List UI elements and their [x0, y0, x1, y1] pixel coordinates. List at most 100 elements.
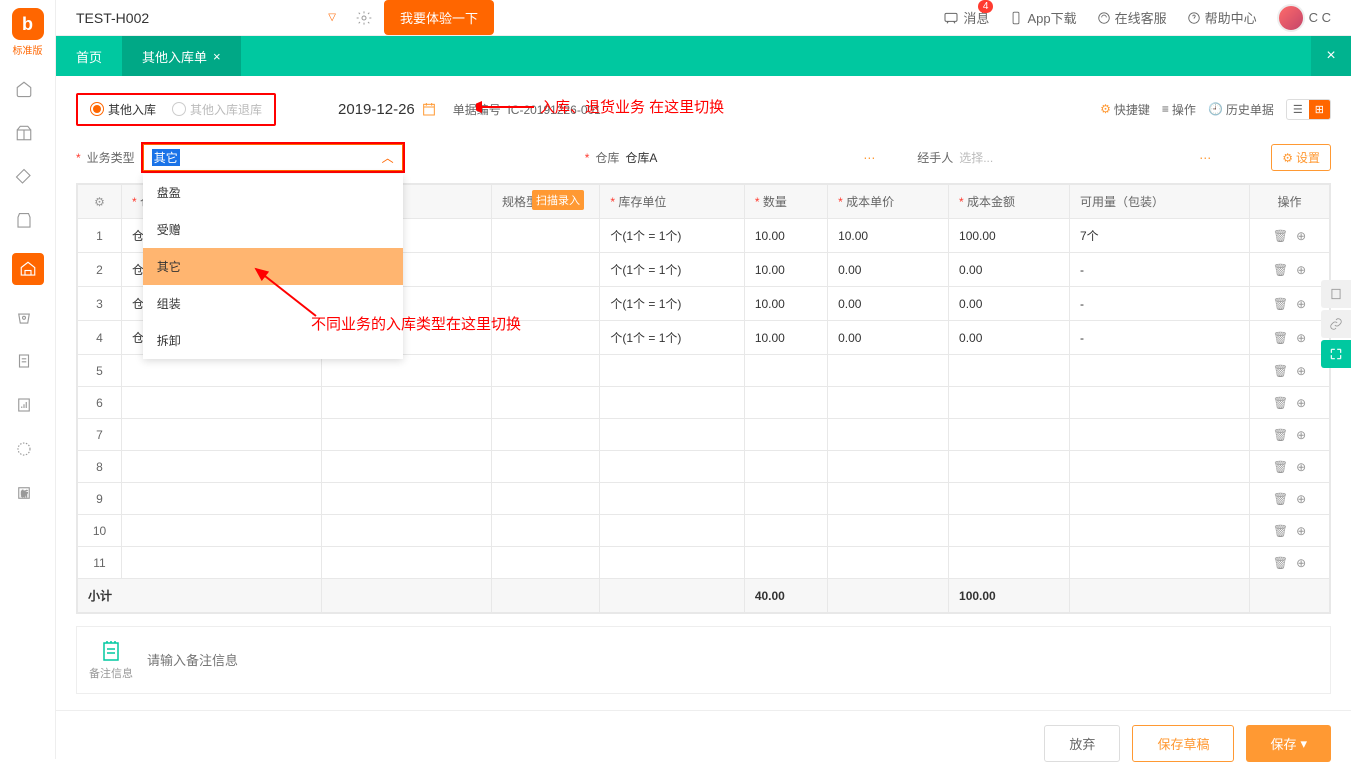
col-action: 操作	[1250, 185, 1330, 219]
nav-clipboard-icon[interactable]	[12, 349, 36, 373]
biz-type-select[interactable]: 其它 ︿	[143, 144, 403, 171]
copy-icon[interactable]: ⊕	[1296, 556, 1306, 570]
nav-gift-icon[interactable]	[12, 121, 36, 145]
chevron-up-icon: ︿	[382, 149, 394, 166]
copy-icon[interactable]: ⊕	[1296, 364, 1306, 378]
biz-option-shouzeng[interactable]: 受赠	[143, 211, 403, 248]
view-list[interactable]: ☰	[1287, 100, 1309, 119]
nav-money-icon[interactable]	[12, 305, 36, 329]
delete-icon[interactable]: 🗑	[1273, 556, 1288, 570]
gear-icon[interactable]	[356, 10, 372, 26]
operation-link[interactable]: ≡操作	[1162, 101, 1196, 118]
cancel-button[interactable]: 放弃	[1044, 725, 1120, 762]
history-link[interactable]: 🕘历史单据	[1208, 101, 1274, 118]
copy-icon[interactable]: ⊕	[1296, 297, 1306, 311]
delete-icon[interactable]: 🗑	[1273, 331, 1288, 345]
nav-report-icon[interactable]	[12, 393, 36, 417]
logo-label: 标准版	[13, 42, 43, 57]
table-row[interactable]: 5 🗑⊕	[78, 355, 1330, 387]
copy-icon[interactable]: ⊕	[1296, 492, 1306, 506]
remarks-section: 备注信息	[76, 626, 1331, 694]
table-row[interactable]: 6 🗑⊕	[78, 387, 1330, 419]
calendar-icon[interactable]	[421, 101, 437, 117]
radio-inbound[interactable]: 其他入库	[90, 101, 156, 118]
table-row[interactable]: 11 🗑⊕	[78, 547, 1330, 579]
col-available: 可用量（包装）	[1070, 185, 1250, 219]
ellipsis-icon[interactable]: ⋯	[1199, 151, 1211, 165]
delete-icon[interactable]: 🗑	[1273, 229, 1288, 243]
shortcut-link[interactable]: ⚙快捷键	[1100, 101, 1150, 118]
store-name: TEST-H002	[76, 10, 149, 26]
view-grid[interactable]: ⊞	[1309, 100, 1330, 119]
delete-icon[interactable]: 🗑	[1273, 263, 1288, 277]
copy-icon[interactable]: ⊕	[1296, 396, 1306, 410]
remarks-input[interactable]	[147, 653, 1318, 668]
delete-icon[interactable]: 🗑	[1273, 524, 1288, 538]
warehouse-field[interactable]: * 仓库 仓库A ⋯	[585, 149, 876, 166]
delete-icon[interactable]: 🗑	[1273, 460, 1288, 474]
biz-option-zuzhuang[interactable]: 组装	[143, 285, 403, 322]
footer: 放弃 保存草稿 保存 ▾	[56, 710, 1351, 776]
dock-note-icon[interactable]	[1321, 280, 1351, 308]
nav-shop-icon[interactable]	[12, 209, 36, 233]
doc-date-field[interactable]: 单据日期 2019-12-26	[302, 92, 437, 126]
user-menu[interactable]: C C	[1277, 4, 1331, 32]
tab-close-icon[interactable]: ×	[213, 49, 221, 64]
handler-field[interactable]: 经手人 选择... ⋯	[917, 149, 1211, 166]
save-button[interactable]: 保存 ▾	[1246, 725, 1331, 762]
save-draft-button[interactable]: 保存草稿	[1132, 725, 1234, 762]
settings-button[interactable]: ⚙ 设置	[1271, 144, 1331, 171]
table-row[interactable]: 9 🗑⊕	[78, 483, 1330, 515]
copy-icon[interactable]: ⊕	[1296, 524, 1306, 538]
chevron-down-icon: ▾	[1300, 736, 1307, 752]
dock-link-icon[interactable]	[1321, 310, 1351, 338]
dock-expand-icon[interactable]	[1321, 340, 1351, 368]
tab-other-inbound[interactable]: 其他入库单 ×	[122, 36, 241, 76]
delete-icon[interactable]: 🗑	[1273, 492, 1288, 506]
tab-home[interactable]: 首页	[56, 36, 122, 76]
copy-icon[interactable]: ⊕	[1296, 229, 1306, 243]
app-logo: b	[12, 8, 44, 40]
try-button[interactable]: 我要体验一下	[384, 0, 494, 35]
store-select[interactable]: TEST-H002 ▽	[76, 10, 336, 26]
view-toggle: ☰ ⊞	[1286, 99, 1331, 120]
delete-icon[interactable]: 🗑	[1273, 364, 1288, 378]
table-row[interactable]: 7 🗑⊕	[78, 419, 1330, 451]
col-amount: 成本金额	[949, 185, 1070, 219]
nav-home-icon[interactable]	[12, 77, 36, 101]
copy-icon[interactable]: ⊕	[1296, 428, 1306, 442]
inbound-type-radio-group: 其他入库 其他入库退库	[76, 93, 276, 126]
nav-warehouse-icon[interactable]	[12, 253, 44, 285]
table-row[interactable]: 10 🗑⊕	[78, 515, 1330, 547]
delete-icon[interactable]: 🗑	[1273, 396, 1288, 410]
right-dock	[1321, 280, 1351, 368]
scan-input-button[interactable]: 扫描录入	[532, 190, 584, 210]
col-settings-icon[interactable]: ⚙	[78, 185, 122, 219]
delete-icon[interactable]: 🗑	[1273, 297, 1288, 311]
biz-option-chaixie[interactable]: 拆卸	[143, 322, 403, 359]
biz-option-panying[interactable]: 盘盈	[143, 174, 403, 211]
help-link[interactable]: 帮助中心	[1187, 8, 1257, 27]
radio-return[interactable]: 其他入库退库	[172, 101, 262, 118]
copy-icon[interactable]: ⊕	[1296, 331, 1306, 345]
nav-sync-icon[interactable]	[12, 437, 36, 461]
col-unit: 库存单位	[600, 185, 744, 219]
message-badge: 4	[978, 0, 994, 13]
nav-new-icon[interactable]: 新	[12, 481, 36, 505]
app-download-link[interactable]: App下载	[1009, 8, 1076, 27]
nav-tag-icon[interactable]	[12, 165, 36, 189]
top-header: TEST-H002 ▽ 我要体验一下 消息 4 App下载 在线客服	[56, 0, 1351, 36]
gear-icon: ⚙	[1282, 151, 1293, 165]
messages-link[interactable]: 消息 4	[943, 8, 989, 27]
close-all-tabs[interactable]: ×	[1311, 36, 1351, 76]
copy-icon[interactable]: ⊕	[1296, 460, 1306, 474]
copy-icon[interactable]: ⊕	[1296, 263, 1306, 277]
delete-icon[interactable]: 🗑	[1273, 428, 1288, 442]
biz-type-label: 业务类型	[87, 149, 135, 166]
biz-option-qita[interactable]: 其它	[143, 248, 403, 285]
table-row[interactable]: 8 🗑⊕	[78, 451, 1330, 483]
tabs-bar: 首页 其他入库单 × ×	[56, 36, 1351, 76]
ellipsis-icon[interactable]: ⋯	[863, 151, 875, 165]
svg-text:新: 新	[21, 489, 28, 498]
service-link[interactable]: 在线客服	[1097, 8, 1167, 27]
